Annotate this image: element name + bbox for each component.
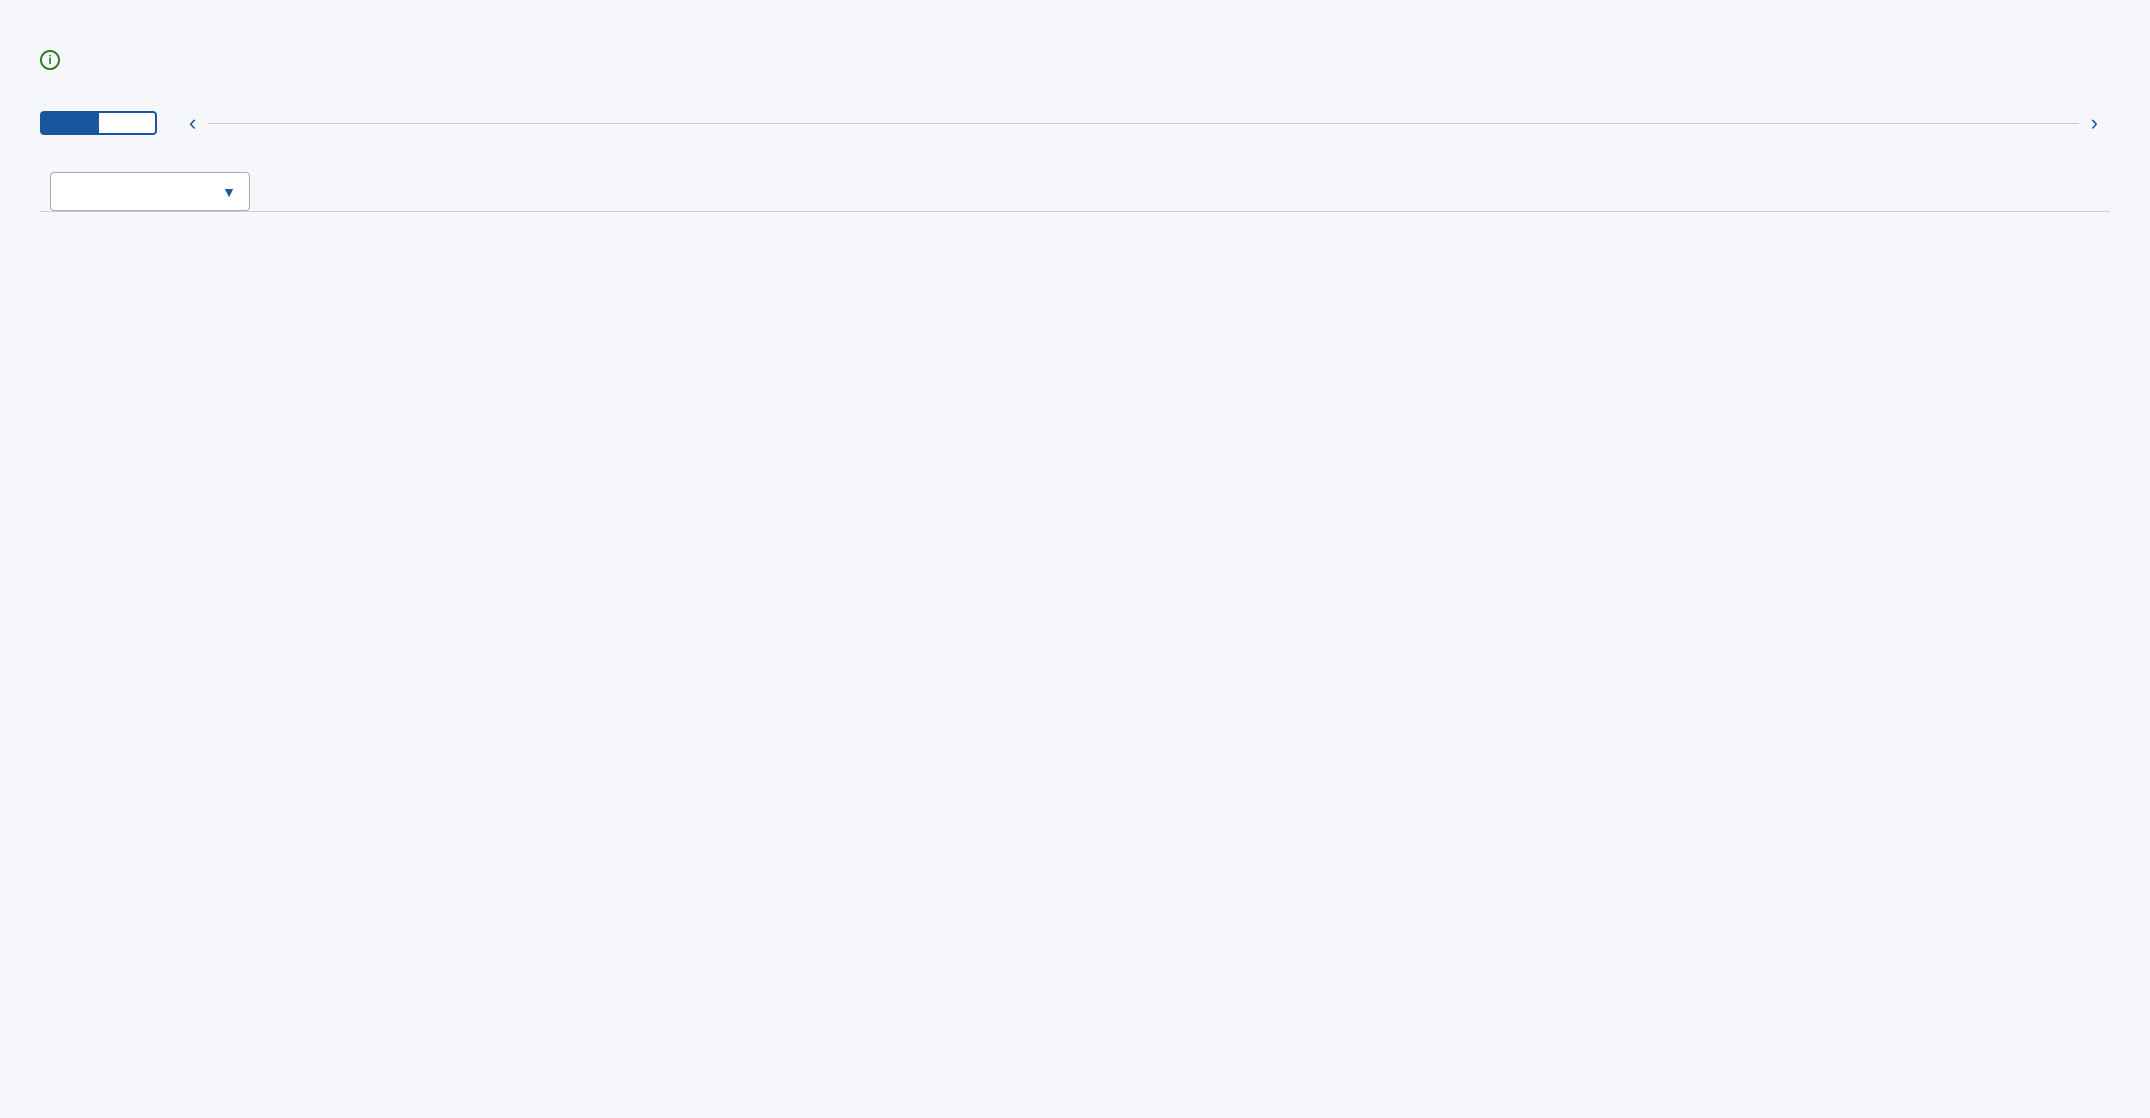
info-icon: i [40,50,60,70]
sort-select[interactable] [50,172,250,211]
notice-banner: i [40,50,2110,70]
next-date-arrow[interactable]: › [2079,110,2110,136]
lowest-fare-button[interactable] [40,111,98,135]
prev-date-arrow[interactable]: ‹ [177,110,208,136]
fare-date-section: ‹ › [40,110,2110,136]
sort-cabin-row: ▼ [40,172,2110,211]
sort-select-wrapper: ▼ [50,172,250,211]
flexible-fare-button[interactable] [98,111,157,135]
fare-toggle [40,111,157,135]
divider [40,211,2110,212]
date-columns [208,123,2078,124]
